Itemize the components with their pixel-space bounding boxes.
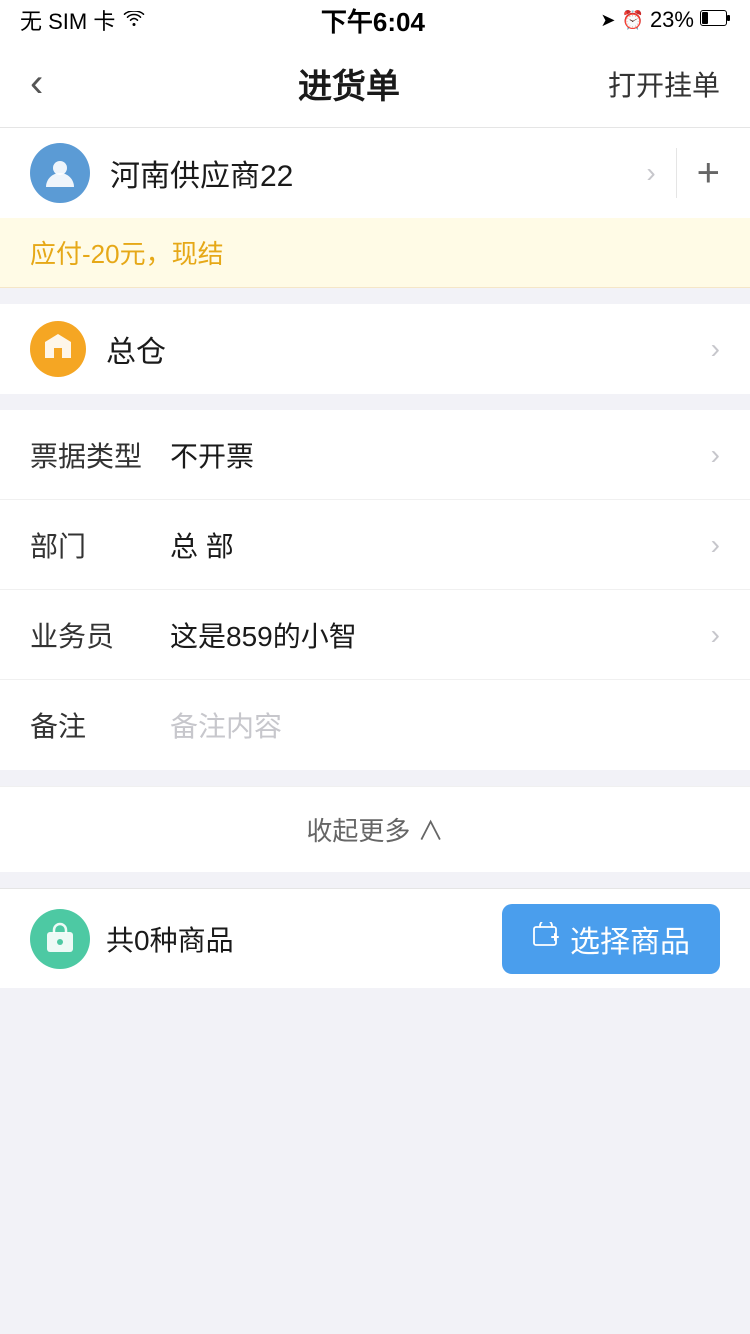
status-bar: 无 SIM 卡 下午6:04 ➤ ⏰ 23% <box>0 0 750 40</box>
nav-bar: ‹ 进货单 打开挂单 <box>0 40 750 128</box>
remark-row[interactable]: 备注 备注内容 <box>0 680 750 770</box>
supplier-section: 河南供应商22 › + 应付-20元，现结 <box>0 128 750 288</box>
gray-fill <box>0 988 750 1288</box>
department-label: 部门 <box>30 525 160 565</box>
battery-label: 23% <box>650 7 694 33</box>
department-value: 总 部 <box>160 525 711 565</box>
warehouse-icon-wrap <box>30 321 86 377</box>
invoice-row[interactable]: 票据类型 不开票 › <box>0 410 750 500</box>
supplier-chevron-icon: › <box>646 157 655 189</box>
open-pending-button[interactable]: 打开挂单 <box>608 64 720 104</box>
select-product-button[interactable]: 选择商品 <box>502 904 720 974</box>
product-count: 共0种商品 <box>106 919 502 959</box>
bottom-bar: 共0种商品 选择商品 <box>0 888 750 988</box>
warehouse-row[interactable]: 总仓 › <box>0 304 750 394</box>
content: 河南供应商22 › + 应付-20元，现结 总仓 › <box>0 128 750 1288</box>
notice-text: 应付-20元，现结 <box>30 239 224 269</box>
salesman-value: 这是859的小智 <box>160 615 711 655</box>
department-chevron-icon: › <box>711 529 720 561</box>
battery-icon <box>700 10 730 31</box>
supplier-avatar <box>30 143 90 203</box>
notice-bar: 应付-20元，现结 <box>0 218 750 288</box>
status-time: 下午6:04 <box>321 2 425 39</box>
invoice-label: 票据类型 <box>30 435 160 475</box>
invoice-chevron-icon: › <box>711 439 720 471</box>
sim-label: 无 SIM 卡 <box>20 4 115 36</box>
warehouse-chevron-icon: › <box>711 333 720 365</box>
select-product-label: 选择商品 <box>570 917 690 961</box>
add-supplier-button[interactable]: + <box>697 153 720 193</box>
back-button[interactable]: ‹ <box>30 61 90 106</box>
status-right: ➤ ⏰ 23% <box>600 7 730 33</box>
wifi-icon <box>123 7 145 33</box>
spacer1 <box>0 288 750 304</box>
salesman-row[interactable]: 业务员 这是859的小智 › <box>0 590 750 680</box>
status-left: 无 SIM 卡 <box>20 4 145 36</box>
supplier-row[interactable]: 河南供应商22 › + <box>0 128 750 218</box>
select-product-icon <box>532 922 560 956</box>
form-section: 票据类型 不开票 › 部门 总 部 › 业务员 这是859的小智 › 备注 备注… <box>0 410 750 770</box>
remark-label: 备注 <box>30 705 160 745</box>
warehouse-icon <box>44 333 72 366</box>
collapse-button[interactable]: 收起更多 ∧ <box>0 786 750 872</box>
supplier-divider <box>676 148 677 198</box>
location-icon: ➤ <box>600 10 615 31</box>
invoice-value: 不开票 <box>160 435 711 475</box>
alarm-icon: ⏰ <box>622 10 644 31</box>
page-title: 进货单 <box>298 59 400 108</box>
supplier-name: 河南供应商22 <box>110 151 646 195</box>
warehouse-name: 总仓 <box>106 327 711 371</box>
department-row[interactable]: 部门 总 部 › <box>0 500 750 590</box>
salesman-chevron-icon: › <box>711 619 720 651</box>
warehouse-section: 总仓 › <box>0 304 750 394</box>
remark-input[interactable]: 备注内容 <box>160 705 720 745</box>
product-icon-wrap <box>30 909 90 969</box>
salesman-label: 业务员 <box>30 615 160 655</box>
